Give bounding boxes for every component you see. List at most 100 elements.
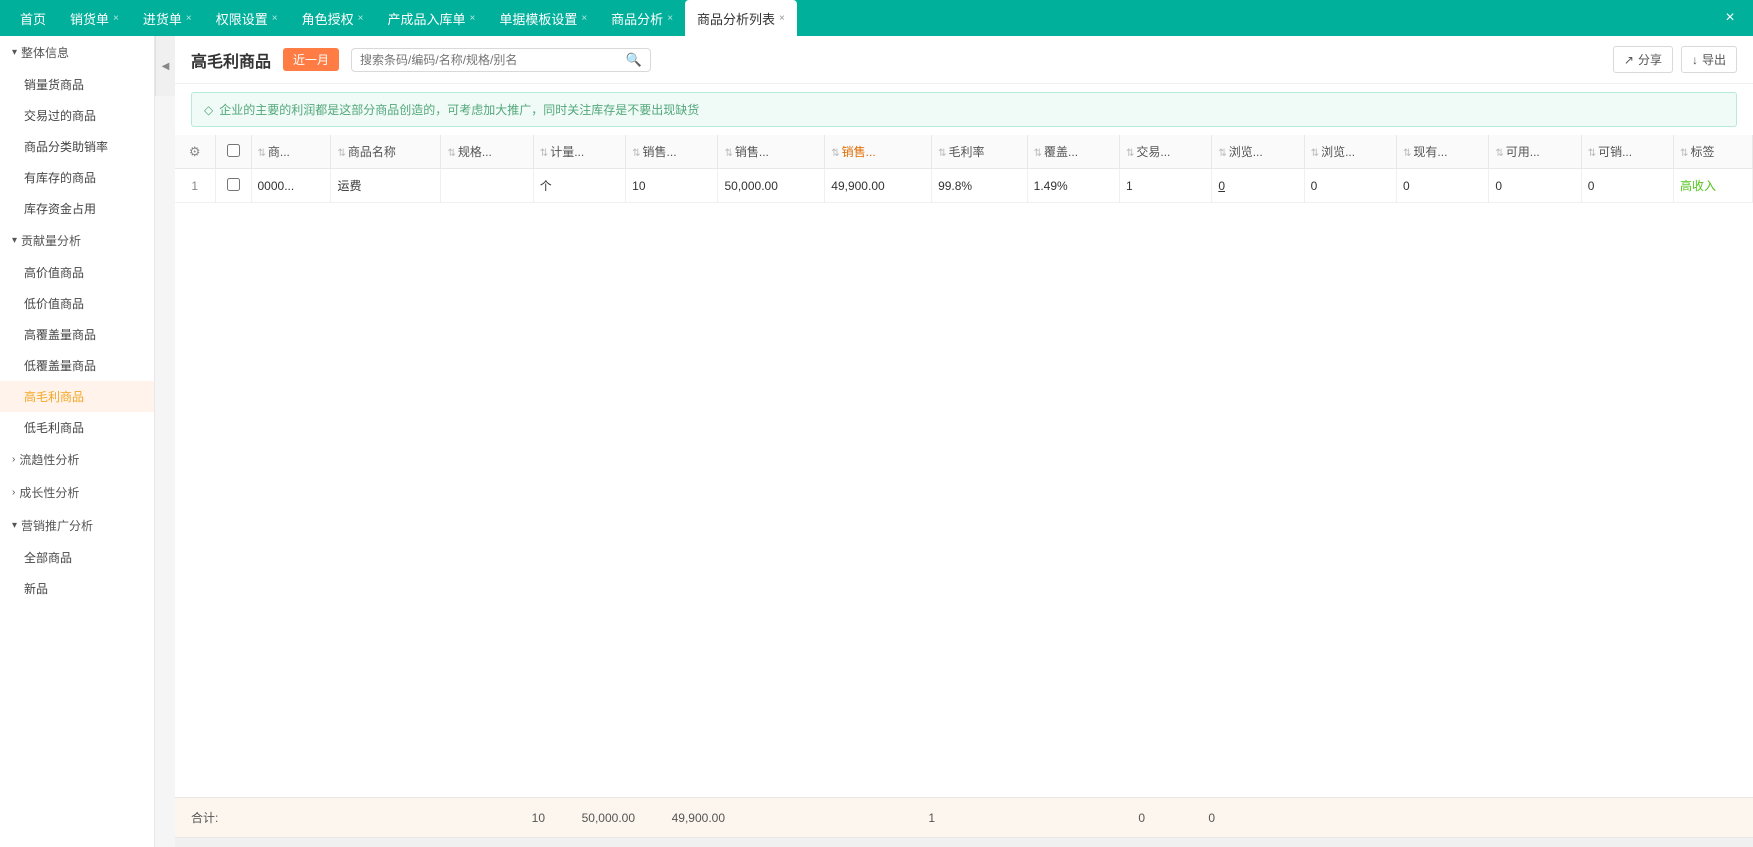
window-close-button[interactable]: × bbox=[1715, 3, 1745, 33]
data-table: ⚙ ⇅商... ⇅商品名称 ⇅规格... bbox=[175, 135, 1753, 203]
nav-home[interactable]: 首页 bbox=[8, 0, 58, 36]
nav-role-auth[interactable]: 角色授权 × bbox=[290, 0, 376, 36]
sidebar-item-in-stock[interactable]: 有库存的商品 bbox=[0, 162, 154, 193]
share-button[interactable]: ↗ 分享 bbox=[1613, 46, 1673, 73]
close-role-auth[interactable]: × bbox=[358, 13, 364, 24]
sort-icon-coverage: ⇅ bbox=[1034, 148, 1042, 159]
filter-period-button[interactable]: 近一月 bbox=[283, 48, 339, 71]
search-input[interactable] bbox=[360, 53, 620, 67]
col-tag[interactable]: ⇅标签 bbox=[1674, 135, 1753, 169]
cell-name: 运费 bbox=[331, 169, 441, 203]
sidebar-item-low-value[interactable]: 低价值商品 bbox=[0, 288, 154, 319]
sort-icon-available: ⇅ bbox=[1495, 148, 1503, 159]
sidebar-item-stock-funds[interactable]: 库存资金占用 bbox=[0, 193, 154, 224]
sort-icon-sales1: ⇅ bbox=[632, 148, 640, 159]
close-purchase-order[interactable]: × bbox=[186, 13, 192, 24]
table-row: 1 0000... 运费 个 10 50,000.00 49,900.00 99… bbox=[175, 169, 1753, 203]
col-sales1[interactable]: ⇅销售... bbox=[626, 135, 718, 169]
sort-icon-code: ⇅ bbox=[258, 148, 266, 159]
col-current[interactable]: ⇅现有... bbox=[1397, 135, 1489, 169]
sort-icon-sales2: ⇅ bbox=[724, 148, 732, 159]
col-sales2[interactable]: ⇅销售... bbox=[718, 135, 825, 169]
col-browse1[interactable]: ⇅浏览... bbox=[1212, 135, 1304, 169]
sidebar-collapse-button[interactable]: ◀ bbox=[155, 36, 175, 96]
sidebar-item-traded-goods[interactable]: 交易过的商品 bbox=[0, 100, 154, 131]
page-title: 高毛利商品 bbox=[191, 48, 271, 72]
col-sellable[interactable]: ⇅可销... bbox=[1581, 135, 1673, 169]
collapse-icon: ◀ bbox=[162, 61, 170, 72]
sidebar-group-growth[interactable]: › 成长性分析 bbox=[0, 476, 154, 509]
cell-sales2: 50,000.00 bbox=[718, 169, 825, 203]
col-gross-rate[interactable]: ⇅毛利率 bbox=[932, 135, 1028, 169]
sidebar-item-new-products[interactable]: 新品 bbox=[0, 573, 154, 604]
close-template-settings[interactable]: × bbox=[581, 13, 587, 24]
sort-icon-browse1: ⇅ bbox=[1218, 148, 1226, 159]
col-spec[interactable]: ⇅规格... bbox=[441, 135, 533, 169]
sidebar-item-category-sales-rate[interactable]: 商品分类助销率 bbox=[0, 131, 154, 162]
sidebar-group-trend[interactable]: › 流趋性分析 bbox=[0, 443, 154, 476]
col-code[interactable]: ⇅商... bbox=[251, 135, 331, 169]
close-permission[interactable]: × bbox=[272, 13, 278, 24]
cell-unit: 个 bbox=[533, 169, 625, 203]
table-container: ⚙ ⇅商... ⇅商品名称 ⇅规格... bbox=[175, 135, 1753, 797]
col-coverage[interactable]: ⇅覆盖... bbox=[1027, 135, 1119, 169]
export-button[interactable]: ↓ 导出 bbox=[1681, 46, 1737, 73]
sidebar-group-marketing[interactable]: ▾ 营销推广分析 bbox=[0, 509, 154, 542]
search-icon[interactable]: 🔍 bbox=[626, 52, 642, 68]
cell-gross-rate: 99.8% bbox=[932, 169, 1028, 203]
close-sales-order[interactable]: × bbox=[113, 13, 119, 24]
nav-product-warehouse[interactable]: 产成品入库单 × bbox=[375, 0, 487, 36]
horizontal-scrollbar[interactable] bbox=[175, 837, 1753, 847]
nav-purchase-order[interactable]: 进货单 × bbox=[131, 0, 204, 36]
footer-sales3: 49,900.00 bbox=[641, 811, 731, 825]
nav-sales-order[interactable]: 销货单 × bbox=[58, 0, 131, 36]
footer-sales2: 50,000.00 bbox=[551, 811, 641, 825]
col-browse2[interactable]: ⇅浏览... bbox=[1304, 135, 1396, 169]
cell-tag: 高收入 bbox=[1674, 169, 1753, 203]
col-available[interactable]: ⇅可用... bbox=[1489, 135, 1581, 169]
cell-browse1[interactable]: 0 bbox=[1212, 169, 1304, 203]
nav-product-analysis-list[interactable]: 商品分析列表 × bbox=[685, 0, 797, 36]
sidebar-item-low-margin[interactable]: 低毛利商品 bbox=[0, 412, 154, 443]
arrow-growth: › bbox=[12, 487, 15, 498]
tip-icon: ◇ bbox=[204, 103, 213, 117]
row-checkbox[interactable] bbox=[227, 178, 240, 191]
nav-product-analysis[interactable]: 商品分析 × bbox=[599, 0, 685, 36]
sidebar-item-high-value[interactable]: 高价值商品 bbox=[0, 257, 154, 288]
cell-num: 1 bbox=[175, 169, 215, 203]
content-header: 高毛利商品 近一月 🔍 ↗ 分享 ↓ 导出 bbox=[175, 36, 1753, 84]
sidebar: ▾ 整体信息 销量货商品 交易过的商品 商品分类助销率 有库存的商品 库存资金占… bbox=[0, 36, 155, 847]
settings-icon[interactable]: ⚙ bbox=[189, 144, 201, 159]
sort-icon-unit: ⇅ bbox=[540, 148, 548, 159]
col-settings[interactable]: ⚙ bbox=[175, 135, 215, 169]
col-checkbox[interactable] bbox=[215, 135, 251, 169]
arrow-trend: › bbox=[12, 454, 15, 465]
content-area: 高毛利商品 近一月 🔍 ↗ 分享 ↓ 导出 ◇ 企业的主要的利润都是这部分商品创… bbox=[175, 36, 1753, 847]
select-all-checkbox[interactable] bbox=[227, 144, 240, 157]
sidebar-item-high-coverage[interactable]: 高覆盖量商品 bbox=[0, 319, 154, 350]
close-product-analysis-list[interactable]: × bbox=[779, 13, 785, 24]
footer-available: 0 bbox=[1151, 811, 1221, 825]
footer-empty2 bbox=[801, 811, 871, 825]
sidebar-item-sales-goods[interactable]: 销量货商品 bbox=[0, 69, 154, 100]
cell-spec bbox=[441, 169, 533, 203]
sidebar-item-high-margin[interactable]: 高毛利商品 bbox=[0, 381, 154, 412]
footer-sales1: 10 bbox=[481, 811, 551, 825]
cell-checkbox[interactable] bbox=[215, 169, 251, 203]
search-box: 🔍 bbox=[351, 48, 651, 72]
col-transactions[interactable]: ⇅交易... bbox=[1119, 135, 1211, 169]
cell-transactions: 1 bbox=[1119, 169, 1211, 203]
col-sales3[interactable]: ⇅销售... bbox=[825, 135, 932, 169]
sidebar-group-contribution[interactable]: ▾ 贡献量分析 bbox=[0, 224, 154, 257]
nav-template-settings[interactable]: 单据模板设置 × bbox=[487, 0, 599, 36]
col-name[interactable]: ⇅商品名称 bbox=[331, 135, 441, 169]
sidebar-group-overall[interactable]: ▾ 整体信息 bbox=[0, 36, 154, 69]
table-header-row: ⚙ ⇅商... ⇅商品名称 ⇅规格... bbox=[175, 135, 1753, 169]
sidebar-item-all-products[interactable]: 全部商品 bbox=[0, 542, 154, 573]
nav-permission[interactable]: 权限设置 × bbox=[204, 0, 290, 36]
close-product-analysis[interactable]: × bbox=[667, 13, 673, 24]
close-product-warehouse[interactable]: × bbox=[469, 13, 475, 24]
sidebar-item-low-coverage[interactable]: 低覆盖量商品 bbox=[0, 350, 154, 381]
tip-text: 企业的主要的利润都是这部分商品创造的，可考虑加大推广，同时关注库存是不要出现缺货 bbox=[219, 101, 699, 118]
col-unit[interactable]: ⇅计量... bbox=[533, 135, 625, 169]
